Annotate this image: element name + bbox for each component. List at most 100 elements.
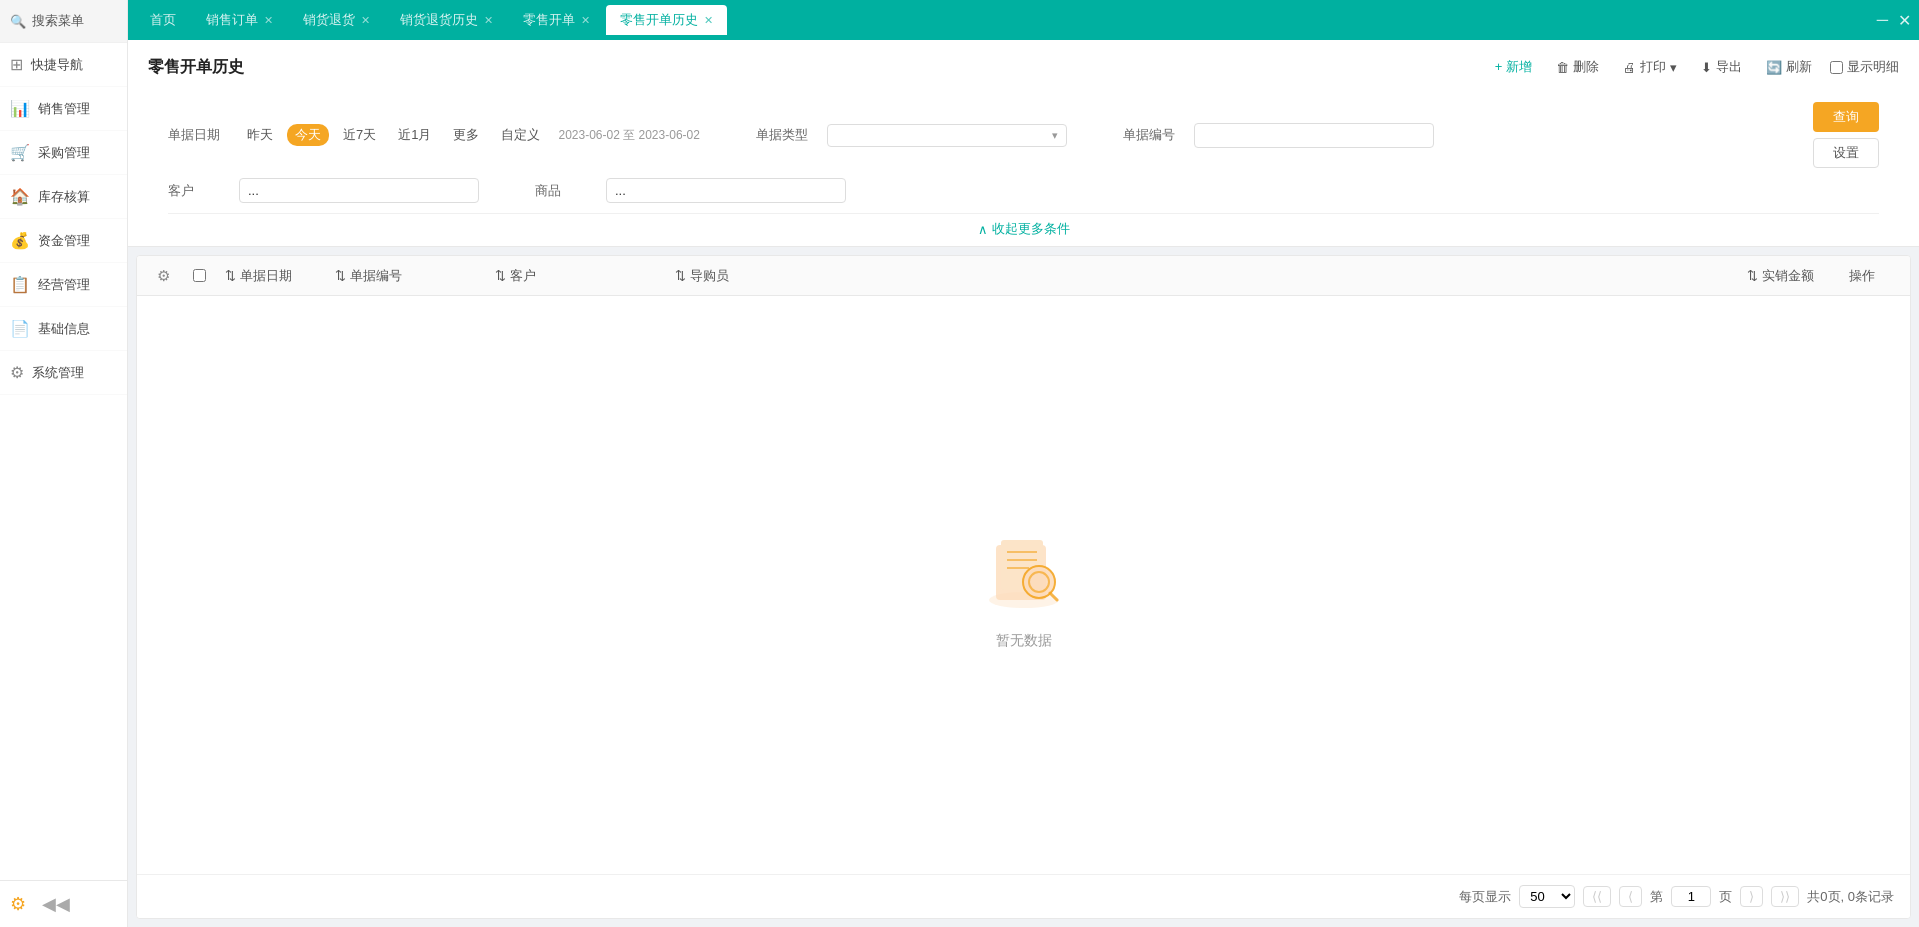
col-customer-sort-icon: ⇅ <box>495 268 506 283</box>
tab-bar-right: ─ ✕ <box>1877 11 1911 30</box>
delete-icon: 🗑 <box>1556 60 1569 75</box>
sidebar-item-basic-info[interactable]: 📄 基础信息 <box>0 307 127 351</box>
sidebar-item-purchase-mgmt[interactable]: 🛒 采购管理 <box>0 131 127 175</box>
col-header-customer[interactable]: ⇅ 客户 <box>487 267 667 285</box>
query-button[interactable]: 查询 <box>1813 102 1879 132</box>
first-page-btn[interactable]: ⟨⟨ <box>1583 886 1611 907</box>
col-header-guide[interactable]: ⇅ 导购员 <box>667 267 767 285</box>
main-area: 首页 销售订单 ✕ 销货退货 ✕ 销货退货历史 ✕ 零售开单 ✕ 零售开单历史 … <box>128 0 1919 927</box>
col-header-amount[interactable]: ⇅ 实销金额 <box>767 267 1822 285</box>
sidebar-item-label: 库存核算 <box>38 188 90 206</box>
total-info: 共0页, 0条记录 <box>1807 888 1894 906</box>
page-size-select[interactable]: 50 20 100 200 <box>1519 885 1575 908</box>
window-minimize-btn[interactable]: ─ <box>1877 11 1888 29</box>
sidebar-item-operations[interactable]: 📋 经营管理 <box>0 263 127 307</box>
tab-sales-order-close[interactable]: ✕ <box>264 14 273 27</box>
goods-select[interactable]: ... <box>606 178 846 203</box>
tab-home[interactable]: 首页 <box>136 5 190 35</box>
col-header-date[interactable]: ⇅ 单据日期 <box>217 267 327 285</box>
sidebar-item-label: 销售管理 <box>38 100 90 118</box>
window-close-btn[interactable]: ✕ <box>1898 11 1911 30</box>
new-button[interactable]: + 新增 <box>1489 54 1538 80</box>
collapse-sidebar-btn[interactable]: ◀◀ <box>42 893 70 915</box>
sidebar-item-inventory[interactable]: 🏠 库存核算 <box>0 175 127 219</box>
yesterday-btn[interactable]: 昨天 <box>239 124 281 146</box>
tab-sales-return-history-close[interactable]: ✕ <box>484 14 493 27</box>
customer-select-placeholder: ... <box>248 183 259 198</box>
table-header: ⚙ ⇅ 单据日期 ⇅ 单据编号 ⇅ 客户 ⇅ <box>137 256 1910 296</box>
print-button[interactable]: 🖨 打印 ▾ <box>1617 54 1683 80</box>
settings-button[interactable]: 设置 <box>1813 138 1879 168</box>
tab-retail-history[interactable]: 零售开单历史 ✕ <box>606 5 727 35</box>
tab-sales-return-history[interactable]: 销货退货历史 ✕ <box>386 5 507 35</box>
col-header-num[interactable]: ⇅ 单据编号 <box>327 267 487 285</box>
tab-retail-history-label: 零售开单历史 <box>620 11 698 29</box>
col-checkbox-header[interactable] <box>181 269 217 282</box>
col-customer-label: 客户 <box>510 267 536 285</box>
page-num-input[interactable]: 1 <box>1671 886 1711 907</box>
num-input[interactable] <box>1194 123 1434 148</box>
type-select[interactable]: ▾ <box>827 124 1067 147</box>
refresh-button[interactable]: 🔄 刷新 <box>1760 54 1818 80</box>
select-all-checkbox[interactable] <box>193 269 206 282</box>
sidebar-item-quick-nav[interactable]: ⊞ 快捷导航 <box>0 43 127 87</box>
sidebar-search[interactable]: 🔍 搜索菜单 <box>0 0 127 43</box>
display-detail-label: 显示明细 <box>1847 58 1899 76</box>
sidebar-item-sales-mgmt[interactable]: 📊 销售管理 <box>0 87 127 131</box>
sidebar-item-label: 采购管理 <box>38 144 90 162</box>
col-amount-sort-icon: ⇅ <box>1747 268 1758 283</box>
tab-retail-open-close[interactable]: ✕ <box>581 14 590 27</box>
sidebar-item-label: 快捷导航 <box>31 56 83 74</box>
purchase-mgmt-icon: 🛒 <box>10 143 30 162</box>
col-num-label: 单据编号 <box>350 267 402 285</box>
col-settings[interactable]: ⚙ <box>145 267 181 285</box>
sidebar-item-sys-mgmt[interactable]: ⚙ 系统管理 <box>0 351 127 395</box>
sidebar-item-label: 系统管理 <box>32 364 84 382</box>
print-btn-label: 打印 <box>1640 58 1666 76</box>
goods-filter-label: 商品 <box>535 182 590 200</box>
col-op-label: 操作 <box>1849 267 1875 285</box>
refresh-btn-label: 刷新 <box>1786 58 1812 76</box>
sidebar-item-finance[interactable]: 💰 资金管理 <box>0 219 127 263</box>
export-button[interactable]: ⬇ 导出 <box>1695 54 1748 80</box>
tab-retail-open[interactable]: 零售开单 ✕ <box>509 5 604 35</box>
today-btn[interactable]: 今天 <box>287 124 329 146</box>
operations-icon: 📋 <box>10 275 30 294</box>
more-btn[interactable]: 更多 <box>445 124 487 146</box>
tab-sales-return[interactable]: 销货退货 ✕ <box>289 5 384 35</box>
tab-sales-order[interactable]: 销售订单 ✕ <box>192 5 287 35</box>
sys-mgmt-icon: ⚙ <box>10 363 24 382</box>
next-page-btn[interactable]: ⟩ <box>1740 886 1763 907</box>
page-label: 第 <box>1650 888 1663 906</box>
col-header-op: 操作 <box>1822 267 1902 285</box>
last-page-btn[interactable]: ⟩⟩ <box>1771 886 1799 907</box>
settings-icon-btn[interactable]: ⚙ <box>10 893 26 915</box>
print-dropdown-icon: ▾ <box>1670 60 1677 75</box>
sidebar-bottom: ⚙ ◀◀ <box>0 880 127 927</box>
tab-retail-history-close[interactable]: ✕ <box>704 14 713 27</box>
col-settings-gear-icon[interactable]: ⚙ <box>157 267 170 285</box>
filter-area: 单据日期 昨天 今天 近7天 近1月 更多 自定义 2023-06-02 至 2… <box>148 92 1899 246</box>
delete-button[interactable]: 🗑 删除 <box>1550 54 1605 80</box>
display-detail-checkbox[interactable] <box>1830 61 1843 74</box>
prev-page-btn[interactable]: ⟨ <box>1619 886 1642 907</box>
collapse-filter-label: 收起更多条件 <box>992 220 1070 238</box>
filter-row-2: 客户 ... 商品 ... <box>168 178 1879 203</box>
custom-btn[interactable]: 自定义 <box>493 124 548 146</box>
customer-select[interactable]: ... <box>239 178 479 203</box>
col-guide-sort-icon: ⇅ <box>675 268 686 283</box>
sidebar-search-label: 搜索菜单 <box>32 12 84 30</box>
tab-sales-return-close[interactable]: ✕ <box>361 14 370 27</box>
last-month-btn[interactable]: 近1月 <box>390 124 439 146</box>
display-detail-toggle[interactable]: 显示明细 <box>1830 58 1899 76</box>
col-num-sort-icon: ⇅ <box>335 268 346 283</box>
print-icon: 🖨 <box>1623 60 1636 75</box>
last7-btn[interactable]: 近7天 <box>335 124 384 146</box>
empty-state: 暂无数据 <box>137 296 1910 874</box>
search-icon: 🔍 <box>10 14 26 29</box>
customer-filter-label: 客户 <box>168 182 223 200</box>
tab-retail-open-label: 零售开单 <box>523 11 575 29</box>
pagination: 每页显示 50 20 100 200 ⟨⟨ ⟨ 第 1 页 ⟩ ⟩⟩ 共0页, … <box>137 874 1910 918</box>
date-filter: 昨天 今天 近7天 近1月 更多 自定义 2023-06-02 至 2023-0… <box>239 124 700 146</box>
collapse-filter-btn[interactable]: ∧ 收起更多条件 <box>168 213 1879 246</box>
